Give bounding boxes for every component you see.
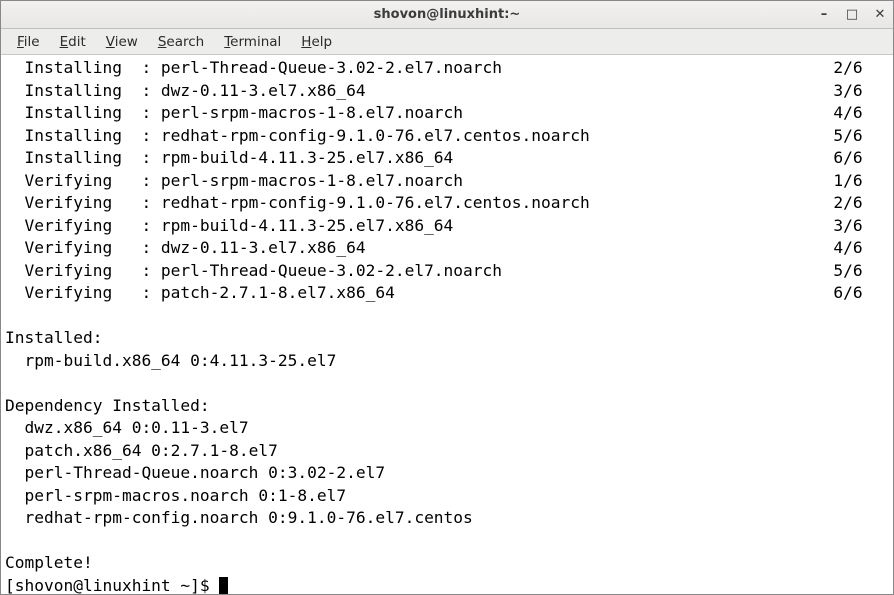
- minimize-icon[interactable]: –: [817, 8, 831, 22]
- maximize-icon[interactable]: □: [845, 8, 859, 22]
- terminal-cursor: [219, 577, 228, 595]
- shell-prompt: [shovon@linuxhint ~]$: [5, 576, 219, 595]
- menu-file[interactable]: File: [7, 31, 50, 53]
- window-titlebar: shovon@linuxhint:~ – □ ✕: [1, 1, 893, 29]
- menu-edit[interactable]: Edit: [50, 31, 96, 53]
- window-title: shovon@linuxhint:~: [374, 7, 521, 22]
- terminal-viewport[interactable]: Installing : perl-Thread-Queue-3.02-2.el…: [1, 55, 893, 594]
- menu-view[interactable]: View: [96, 31, 148, 53]
- menu-help[interactable]: Help: [291, 31, 342, 53]
- menu-search[interactable]: Search: [148, 31, 214, 53]
- window-controls: – □ ✕: [817, 1, 887, 28]
- close-icon[interactable]: ✕: [873, 8, 887, 22]
- menubar: File Edit View Search Terminal Help: [1, 29, 893, 55]
- menu-terminal[interactable]: Terminal: [214, 31, 291, 53]
- terminal-output: Installing : perl-Thread-Queue-3.02-2.el…: [5, 57, 889, 594]
